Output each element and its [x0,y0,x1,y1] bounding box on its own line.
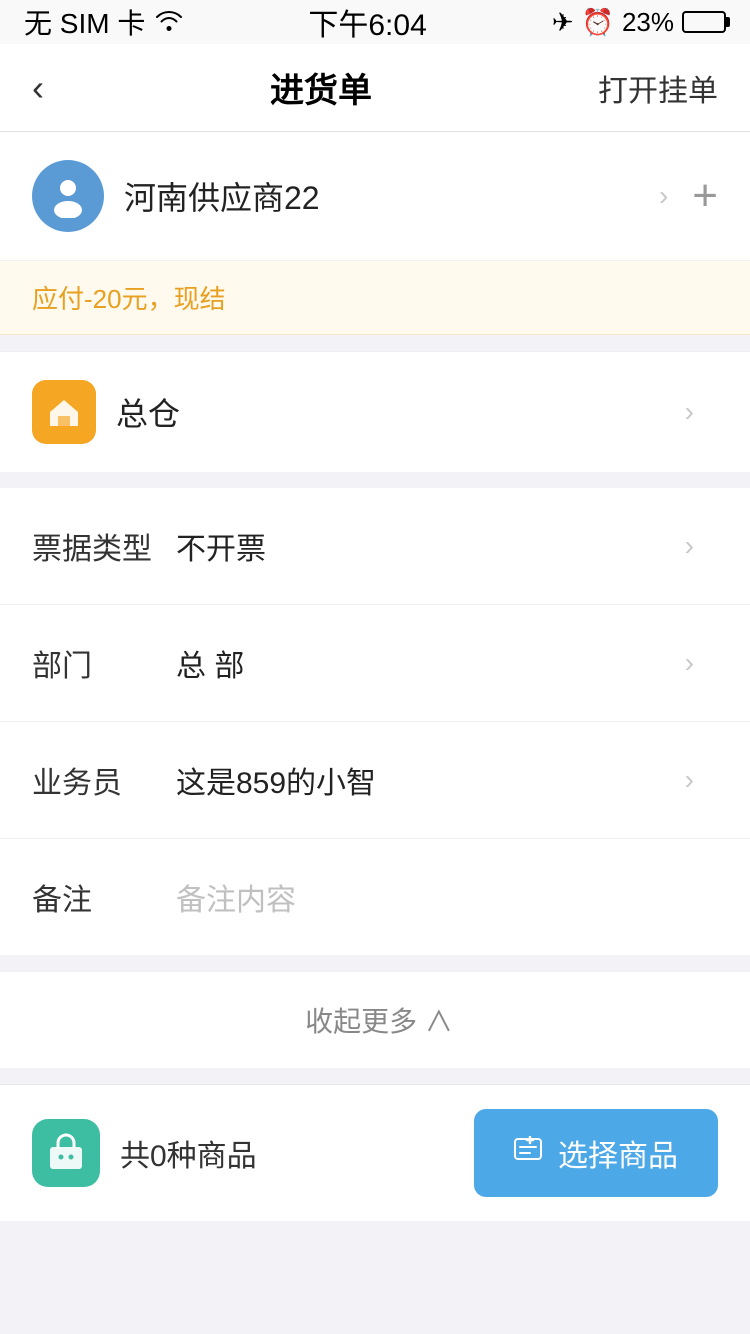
nav-bar: ‹ 进货单 打开挂单 [0,44,750,132]
warehouse-chevron-icon: › [685,396,694,428]
status-left: 无 SIM 卡 [24,2,183,42]
salesperson-chevron-icon: › [685,764,694,796]
wifi-icon [155,6,183,38]
content: 河南供应商22 › + 应付-20元，现结 总仓 › 票据类型 不开票 › [0,132,750,1221]
dept-label: 部门 [32,641,152,685]
battery-percent: 23% [622,7,674,38]
status-bar: 无 SIM 卡 下午6:04 ✈ ⏰ 23% [0,0,750,44]
salesperson-label: 业务员 [32,758,152,802]
supplier-avatar [32,160,104,232]
invoice-chevron-icon: › [685,530,694,562]
dept-chevron-icon: › [685,647,694,679]
dept-row[interactable]: 部门 总 部 › [0,605,750,722]
dept-value: 总 部 [152,641,685,685]
supplier-chevron-icon: › [659,180,668,212]
supplier-section: 河南供应商22 › + 应付-20元，现结 [0,132,750,335]
invoice-row[interactable]: 票据类型 不开票 › [0,488,750,605]
notice-bar: 应付-20元，现结 [0,261,750,335]
collapse-button[interactable]: 收起更多 ∧ [0,971,750,1068]
battery-icon [682,11,726,33]
invoice-value: 不开票 [152,524,685,568]
location-icon: ✈ [552,7,574,38]
remark-row[interactable]: 备注 备注内容 [0,839,750,955]
warehouse-section: 总仓 › [0,351,750,472]
form-section: 票据类型 不开票 › 部门 总 部 › 业务员 这是859的小智 › 备注 备注… [0,488,750,955]
back-button[interactable]: ‹ [32,67,44,109]
alarm-icon: ⏰ [582,7,614,38]
select-btn-icon [514,1136,546,1171]
warehouse-icon [32,380,96,444]
remark-placeholder: 备注内容 [152,875,718,919]
page-title: 进货单 [270,63,372,112]
product-icon [32,1119,100,1187]
warehouse-name: 总仓 [116,389,685,435]
select-btn-label: 选择商品 [558,1131,678,1175]
supplier-row[interactable]: 河南供应商22 › + [0,132,750,261]
warehouse-row[interactable]: 总仓 › [0,351,750,472]
status-right: ✈ ⏰ 23% [552,7,726,38]
status-time: 下午6:04 [308,0,426,44]
collapse-label: 收起更多 ∧ [305,1000,453,1040]
select-product-button[interactable]: 选择商品 [474,1109,718,1197]
salesperson-value: 这是859的小智 [152,758,685,802]
collapse-section: 收起更多 ∧ [0,971,750,1068]
remark-label: 备注 [32,875,152,919]
salesperson-row[interactable]: 业务员 这是859的小智 › [0,722,750,839]
bottom-bar: 共0种商品 选择商品 [0,1084,750,1221]
supplier-name: 河南供应商22 [124,173,659,219]
carrier-label: 无 SIM 卡 [24,2,145,42]
add-button[interactable]: + [692,174,718,218]
product-count: 共0种商品 [120,1131,474,1175]
open-pending-button[interactable]: 打开挂单 [598,66,718,110]
invoice-label: 票据类型 [32,524,152,568]
